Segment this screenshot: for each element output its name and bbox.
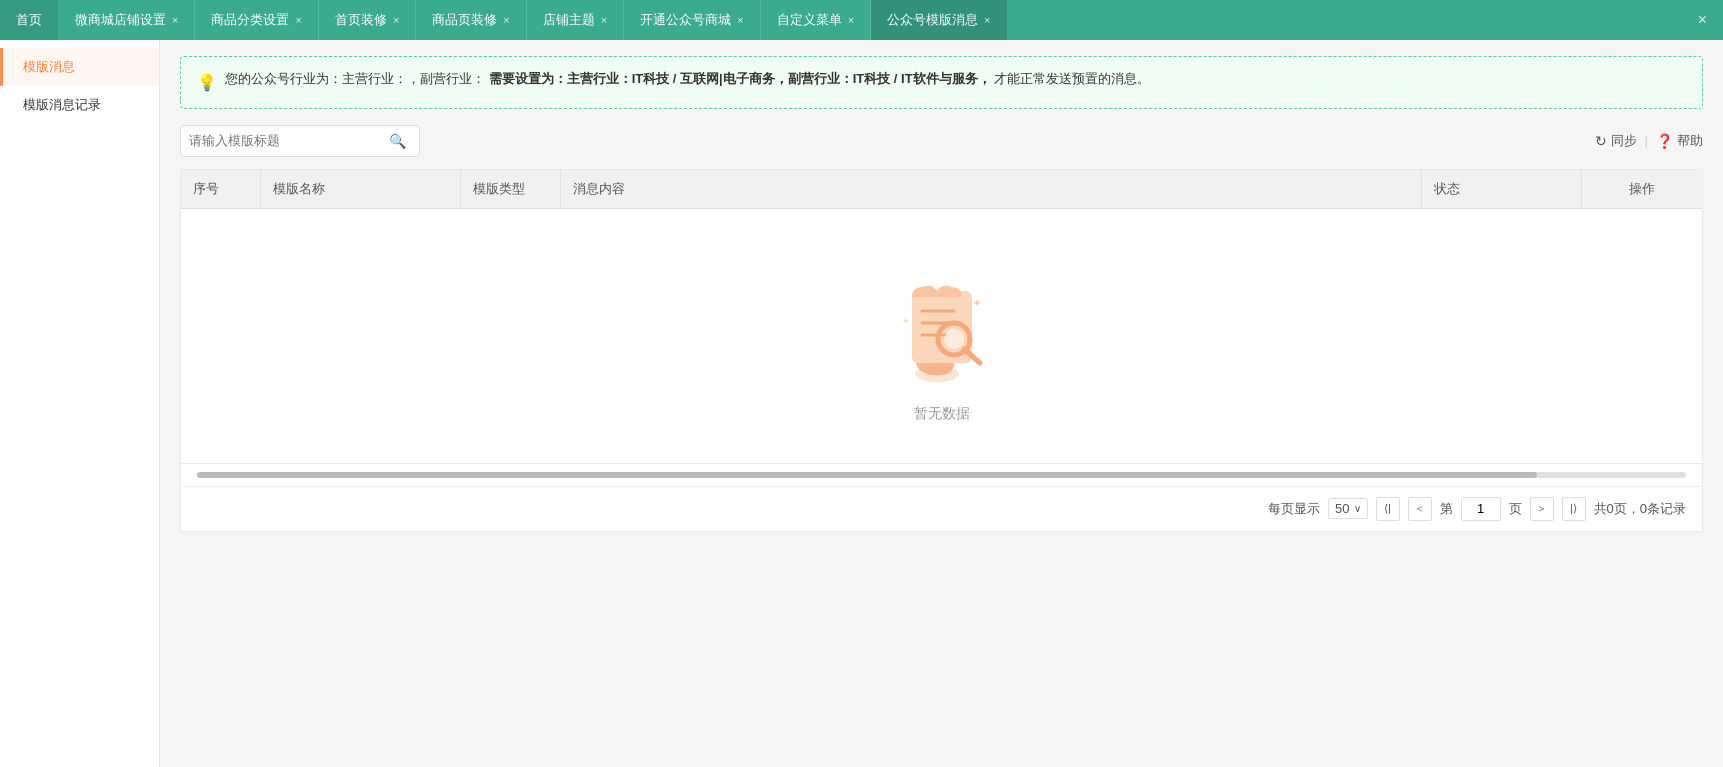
store-theme-label: 店铺主题	[543, 11, 595, 29]
page-size-select[interactable]: 50 ∨	[1328, 498, 1367, 519]
help-icon: ❓	[1656, 133, 1673, 149]
col-header-type: 模版类型	[461, 170, 561, 208]
scrollbar-track[interactable]	[197, 472, 1686, 478]
nav-item-store-theme[interactable]: 店铺主题 ×	[527, 0, 624, 40]
notice-bulb-icon: 💡	[197, 70, 217, 96]
table-header: 序号 模版名称 模版类型 消息内容 状态 操作	[181, 170, 1702, 209]
sync-button[interactable]: ↻ 同步	[1595, 132, 1637, 150]
close-open-mall-icon[interactable]: ×	[737, 14, 743, 26]
page-unit: 页	[1509, 500, 1522, 518]
nav-item-custom-menu[interactable]: 自定义菜单 ×	[761, 0, 871, 40]
empty-state: ✦ ✦ 暂无数据	[181, 209, 1702, 463]
close-custom-menu-icon[interactable]: ×	[848, 14, 854, 26]
col-header-name: 模版名称	[261, 170, 461, 208]
template-msg-label: 公众号模版消息	[887, 11, 978, 29]
last-page-button[interactable]: |⟩	[1562, 497, 1586, 521]
notice-before: 您的公众号行业为：主营行业：，副营行业：	[225, 71, 485, 86]
total-info: 共0页，0条记录	[1594, 500, 1686, 518]
home-label: 首页	[16, 11, 42, 29]
sync-label: 同步	[1611, 132, 1637, 150]
notice-text: 您的公众号行业为：主营行业：，副营行业： 需要设置为：主营行业：IT科技 / 互…	[225, 69, 1150, 90]
category-label: 商品分类设置	[211, 11, 289, 29]
notice-box: 💡 您的公众号行业为：主营行业：，副营行业： 需要设置为：主营行业：IT科技 /…	[180, 56, 1703, 109]
help-button[interactable]: ❓ 帮助	[1656, 132, 1703, 150]
nav-item-home-deco[interactable]: 首页装修 ×	[319, 0, 416, 40]
notice-after: 才能正常发送预置的消息。	[994, 71, 1150, 86]
nav-item-category[interactable]: 商品分类设置 ×	[195, 0, 318, 40]
sidebar-template-label: 模版消息	[23, 59, 75, 74]
notice-emphasis: 需要设置为：主营行业：IT科技 / 互联网|电子商务，副营行业：IT科技 / I…	[489, 71, 991, 86]
nav-item-template-msg[interactable]: 公众号模版消息 ×	[871, 0, 1007, 40]
sidebar: 模版消息 模版消息记录	[0, 40, 160, 767]
chevron-down-icon: ∨	[1354, 503, 1361, 514]
sidebar-template-record-label: 模版消息记录	[23, 97, 101, 112]
nav-item-product-deco[interactable]: 商品页装修 ×	[416, 0, 526, 40]
product-deco-label: 商品页装修	[432, 11, 497, 29]
search-bar: 🔍 ↻ 同步 | ❓ 帮助	[180, 125, 1703, 157]
toolbar-divider: |	[1645, 133, 1648, 148]
close-all-button[interactable]: ×	[1682, 11, 1723, 29]
empty-text: 暂无数据	[914, 405, 970, 423]
pagination-bar: 每页显示 50 ∨ ⟨| ＜ 第 页 ＞ |⟩ 共0页，0条记录	[181, 486, 1702, 531]
close-wshop-icon[interactable]: ×	[172, 14, 178, 26]
top-navigation: 首页 微商城店铺设置 × 商品分类设置 × 首页装修 × 商品页装修 × 店铺主…	[0, 0, 1723, 40]
search-icon[interactable]: 🔍	[389, 133, 406, 149]
close-category-icon[interactable]: ×	[295, 14, 301, 26]
nav-item-wshop[interactable]: 微商城店铺设置 ×	[59, 0, 195, 40]
nav-item-open-mall[interactable]: 开通公众号商城 ×	[624, 0, 760, 40]
help-label: 帮助	[1677, 132, 1703, 150]
sync-icon: ↻	[1595, 133, 1607, 149]
open-mall-label: 开通公众号商城	[640, 11, 731, 29]
col-header-status: 状态	[1422, 170, 1582, 208]
close-store-theme-icon[interactable]: ×	[601, 14, 607, 26]
search-input-wrap[interactable]: 🔍	[180, 125, 420, 157]
close-product-deco-icon[interactable]: ×	[503, 14, 509, 26]
prev-page-button[interactable]: ＜	[1408, 497, 1432, 521]
data-table: 序号 模版名称 模版类型 消息内容 状态 操作	[180, 169, 1703, 532]
page-size-label: 每页显示	[1268, 500, 1320, 518]
col-header-op: 操作	[1582, 170, 1702, 208]
scrollbar-thumb[interactable]	[197, 472, 1537, 478]
toolbar-right: ↻ 同步 | ❓ 帮助	[1595, 132, 1703, 150]
custom-menu-label: 自定义菜单	[777, 11, 842, 29]
wshop-label: 微商城店铺设置	[75, 11, 166, 29]
nav-item-home[interactable]: 首页	[0, 0, 59, 40]
svg-point-7	[944, 329, 964, 349]
search-input[interactable]	[189, 133, 389, 148]
home-deco-label: 首页装修	[335, 11, 387, 29]
main-layout: 模版消息 模版消息记录 💡 您的公众号行业为：主营行业：，副营行业： 需要设置为…	[0, 40, 1723, 767]
empty-illustration: ✦ ✦	[882, 269, 1002, 389]
close-template-msg-icon[interactable]: ×	[984, 14, 990, 26]
empty-state-svg: ✦ ✦	[882, 269, 1002, 389]
scrollbar-area	[181, 463, 1702, 486]
content-area: 💡 您的公众号行业为：主营行业：，副营行业： 需要设置为：主营行业：IT科技 /…	[160, 40, 1723, 767]
col-header-content: 消息内容	[561, 170, 1422, 208]
next-page-button[interactable]: ＞	[1530, 497, 1554, 521]
svg-text:✦: ✦	[972, 296, 982, 310]
sidebar-item-template-record[interactable]: 模版消息记录	[0, 86, 159, 124]
sidebar-item-template[interactable]: 模版消息	[0, 48, 159, 86]
first-page-button[interactable]: ⟨|	[1376, 497, 1400, 521]
current-page-input[interactable]	[1461, 497, 1501, 521]
col-header-seq: 序号	[181, 170, 261, 208]
close-home-deco-icon[interactable]: ×	[393, 14, 399, 26]
page-prefix: 第	[1440, 500, 1453, 518]
svg-text:✦: ✦	[902, 316, 910, 326]
page-size-value: 50	[1335, 501, 1349, 516]
